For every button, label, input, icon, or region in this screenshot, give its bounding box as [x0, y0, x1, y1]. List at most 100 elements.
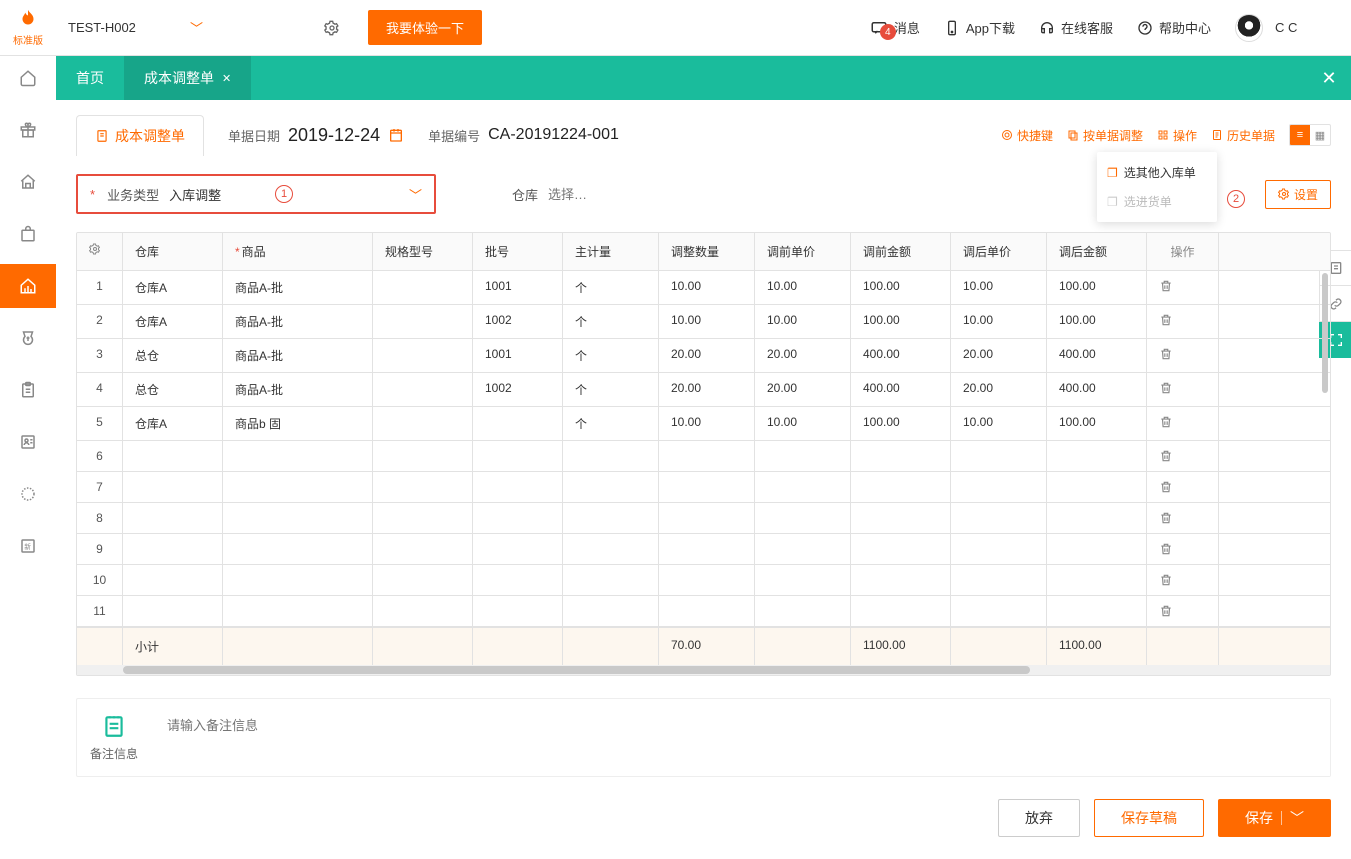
table-row[interactable]: 8: [77, 503, 1330, 534]
doc-type-tab[interactable]: 成本调整单: [76, 115, 204, 156]
messages-label: 消息: [894, 18, 920, 37]
rail-money[interactable]: [0, 316, 56, 360]
main-area: 成本调整单 单据日期 2019-12-24 单据编号 CA-20191224-0…: [56, 110, 1351, 859]
table-row[interactable]: 9: [77, 534, 1330, 565]
table-row[interactable]: 5仓库A商品b 固个10.0010.00100.0010.00100.00: [77, 407, 1330, 441]
table-wrap: 仓库 *商品 规格型号 批号 主计量 调整数量 调前单价 调前金额 调后单价 调…: [56, 232, 1351, 676]
view-grid-icon[interactable]: ▦: [1310, 125, 1330, 145]
grid-footer: 小计 70.00 1100.00 1100.00: [77, 627, 1330, 665]
action-ops[interactable]: 操作: [1157, 127, 1197, 144]
col-pre-amount: 调前金额: [851, 233, 951, 270]
action-history[interactable]: 历史单据: [1211, 127, 1275, 144]
delete-row-button[interactable]: [1147, 305, 1219, 338]
topbar: 标准版 TEST-H002 ﹀ 我要体验一下 消息 4 App下载 在线客服 帮…: [0, 0, 1351, 56]
filter-row: * 业务类型 入库调整 1 ﹀ 仓库 设置 ❐ 选其他入库单 ❐ 选进货单: [56, 160, 1351, 232]
rail-home[interactable]: [0, 56, 56, 100]
table-row[interactable]: 2仓库A商品A-批1002个10.0010.00100.0010.00100.0…: [77, 305, 1330, 339]
rail-home2[interactable]: [0, 160, 56, 204]
notepad-icon: [101, 713, 127, 739]
tab-home[interactable]: 首页: [56, 56, 124, 100]
doc-actions: 快捷键 按单据调整 操作 历史单据 ≡ ▦: [1001, 124, 1331, 146]
online-service-link[interactable]: 在线客服: [1027, 18, 1125, 37]
footer-actions: 放弃 保存草稿 保存 ﹀: [56, 777, 1351, 859]
col-post-price: 调后单价: [951, 233, 1047, 270]
popup-other-stockin[interactable]: ❐ 选其他入库单: [1097, 158, 1217, 187]
doc-date: 单据日期 2019-12-24: [220, 125, 404, 146]
save-button[interactable]: 保存 ﹀: [1218, 799, 1331, 837]
delete-row-button[interactable]: [1147, 472, 1219, 502]
delete-row-button[interactable]: [1147, 534, 1219, 564]
user-menu[interactable]: C C: [1223, 14, 1327, 42]
settings-gear[interactable]: [316, 12, 348, 44]
calendar-icon[interactable]: [388, 127, 404, 143]
doc-date-value[interactable]: 2019-12-24: [288, 125, 380, 146]
vertical-scrollbar[interactable]: [1322, 273, 1328, 393]
delete-row-button[interactable]: [1147, 565, 1219, 595]
action-shortcut[interactable]: 快捷键: [1001, 127, 1053, 144]
warehouse-filter[interactable]: 仓库: [512, 185, 746, 204]
table-row[interactable]: 10: [77, 565, 1330, 596]
action-by-bill[interactable]: 按单据调整: [1067, 127, 1143, 144]
annotation-1: 1: [275, 185, 293, 203]
table-row[interactable]: 11: [77, 596, 1330, 627]
online-service-label: 在线客服: [1061, 18, 1113, 37]
biz-type-selector[interactable]: * 业务类型 入库调整 1 ﹀: [76, 174, 436, 214]
view-list-icon[interactable]: ≡: [1290, 125, 1310, 145]
save-draft-button[interactable]: 保存草稿: [1094, 799, 1204, 837]
warehouse-input[interactable]: [546, 186, 746, 203]
delete-row-button[interactable]: [1147, 503, 1219, 533]
headset-icon: [1039, 20, 1055, 36]
rail-users[interactable]: [0, 420, 56, 464]
gear-icon: [324, 20, 340, 36]
table-row[interactable]: 7: [77, 472, 1330, 503]
col-uom: 主计量: [563, 233, 659, 270]
trial-button[interactable]: 我要体验一下: [368, 10, 482, 45]
delete-row-button[interactable]: [1147, 596, 1219, 626]
flame-icon: [17, 8, 39, 30]
tab-current[interactable]: 成本调整单 ✕: [124, 56, 251, 100]
doc-code: 单据编号 CA-20191224-001: [420, 126, 619, 145]
column-setting-button[interactable]: 设置: [1265, 180, 1331, 209]
table-row[interactable]: 4总仓商品A-批1002个20.0020.00400.0020.00400.00: [77, 373, 1330, 407]
rail-chart[interactable]: [0, 264, 56, 308]
view-toggle[interactable]: ≡ ▦: [1289, 124, 1331, 146]
company-name: TEST-H002: [68, 20, 182, 35]
app-download-link[interactable]: App下载: [932, 18, 1027, 37]
gear-icon: [1278, 188, 1290, 200]
brand-logo: 标准版: [0, 8, 56, 47]
doc-icon: [95, 129, 109, 143]
rail-sync[interactable]: [0, 472, 56, 516]
header-gear[interactable]: [77, 233, 123, 270]
messages-link[interactable]: 消息 4: [858, 18, 932, 37]
delete-row-button[interactable]: [1147, 373, 1219, 406]
delete-row-button[interactable]: [1147, 339, 1219, 372]
delete-row-button[interactable]: [1147, 271, 1219, 304]
rail-bag[interactable]: [0, 212, 56, 256]
delete-row-button[interactable]: [1147, 407, 1219, 440]
data-grid: 仓库 *商品 规格型号 批号 主计量 调整数量 调前单价 调前金额 调后单价 调…: [76, 232, 1331, 676]
remark-side: 备注信息: [77, 699, 151, 776]
col-op: 操作: [1147, 233, 1219, 270]
col-product: *商品: [223, 233, 373, 270]
col-qty: 调整数量: [659, 233, 755, 270]
app-download-label: App下载: [966, 18, 1015, 37]
delete-row-button[interactable]: [1147, 441, 1219, 471]
rail-gift[interactable]: [0, 108, 56, 152]
help-center-link[interactable]: 帮助中心: [1125, 18, 1223, 37]
avatar: [1235, 14, 1263, 42]
horizontal-scrollbar[interactable]: [77, 665, 1330, 675]
chevron-down-icon: ﹀: [190, 18, 304, 37]
rail-clipboard[interactable]: [0, 368, 56, 412]
close-icon[interactable]: ✕: [222, 72, 231, 85]
edition-label: 标准版: [13, 32, 43, 47]
required-mark: *: [90, 187, 95, 202]
company-selector[interactable]: TEST-H002 ﹀: [56, 10, 316, 46]
rail-new[interactable]: 新: [0, 524, 56, 568]
remark-input[interactable]: [151, 699, 1330, 776]
table-row[interactable]: 6: [77, 441, 1330, 472]
table-row[interactable]: 1仓库A商品A-批1001个10.0010.00100.0010.00100.0…: [77, 271, 1330, 305]
tabs-close-all[interactable]: ✕: [1307, 56, 1351, 100]
discard-button[interactable]: 放弃: [998, 799, 1080, 837]
table-row[interactable]: 3总仓商品A-批1001个20.0020.00400.0020.00400.00: [77, 339, 1330, 373]
chevron-down-icon: ﹀: [1290, 808, 1304, 828]
